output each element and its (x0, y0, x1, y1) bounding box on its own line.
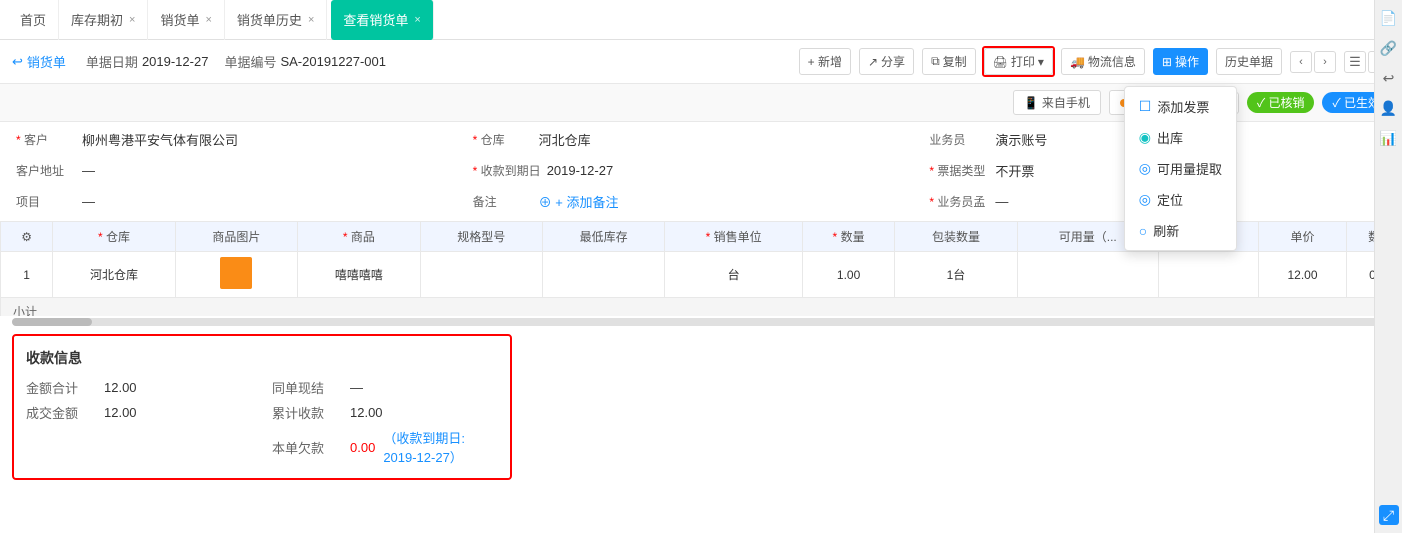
sidebar-expand[interactable]: ⤢ (1379, 505, 1399, 525)
col-qty: 数量 (802, 222, 894, 252)
tab-sales-close[interactable]: × (205, 14, 211, 26)
toolbar: + 新增 ↗ 分享 ⧉ 复制 🖨 打印 ▾ 🚚 物流信息 (799, 48, 1390, 75)
outbound-icon: ◉ (1139, 129, 1151, 146)
payment-settlement-row: 同单现结 — (272, 378, 498, 397)
col-min-stock: 最低库存 (542, 222, 664, 252)
print-dropdown-icon: ▾ (1038, 55, 1044, 69)
customer-field: 客户 柳州粤港平安气体有限公司 (16, 130, 473, 149)
tab-inventory-close[interactable]: × (129, 14, 135, 26)
payment-section: 收款信息 金额合计 12.00 同单现结 — 成交金额 12.00 累计收款 1… (12, 334, 512, 480)
add-note-icon: ⊕ (539, 195, 552, 210)
sidebar-chart-icon[interactable]: 📊 (1379, 128, 1399, 148)
operation-icon: ⊞ (1162, 55, 1172, 69)
doc-number: 单据编号 SA-20191227-001 (224, 52, 386, 71)
dropdown-menu: ☐ 添加发票 ◉ 出库 ◎ 可用量提取 ◎ 定位 ○ 刷新 (1124, 86, 1237, 251)
scrollbar-thumb[interactable] (12, 318, 92, 326)
project-field: 项目 — (16, 192, 473, 211)
new-button[interactable]: + 新增 (799, 48, 851, 75)
copy-icon: ⧉ (931, 54, 940, 69)
refresh-icon: ○ (1139, 223, 1147, 239)
doc-meta: 单据日期 2019-12-27 单据编号 SA-20191227-001 (86, 52, 386, 71)
payment-balance-row: 本单欠款 0.00 （收款到期日: 2019-12-27） (272, 428, 498, 466)
logistics-icon: 🚚 (1070, 55, 1085, 69)
logistics-button[interactable]: 🚚 物流信息 (1061, 48, 1145, 75)
payment-cumulative-row: 累计收款 12.00 (272, 403, 498, 422)
table-row: 1 河北仓库 嘻嘻嘻嘻 台 1.00 1台 12.00 0. (1, 252, 1402, 298)
nav-arrows: ‹ › (1290, 51, 1336, 73)
confirmed-badge: ✓ 已核销 (1247, 92, 1315, 113)
due-date-field: 收款到期日 2019-12-27 (473, 161, 930, 180)
tab-inventory[interactable]: 库存期初 × (59, 0, 148, 40)
print-button[interactable]: 🖨 打印 ▾ (984, 48, 1053, 75)
tab-bar: 首页 库存期初 × 销货单 × 销货单历史 × 查看销货单 × × (0, 0, 1402, 40)
col-settings[interactable]: ⚙ (1, 222, 53, 252)
operation-button[interactable]: ⊞ 操作 (1153, 48, 1208, 75)
sidebar-doc-icon[interactable]: 📄 (1379, 8, 1399, 28)
list-view-btn[interactable]: ☰ (1344, 51, 1366, 73)
tab-sales[interactable]: 销货单 × (148, 0, 224, 40)
tab-view-sales[interactable]: 查看销货单 × (331, 0, 433, 40)
horizontal-scrollbar[interactable] (12, 318, 1390, 326)
prev-arrow[interactable]: ‹ (1290, 51, 1312, 73)
right-sidebar: 📄 🔗 ↩ 👤 📊 ⤢ (1374, 0, 1402, 533)
locate-item[interactable]: ◎ 定位 (1125, 184, 1236, 215)
available-qty-item[interactable]: ◎ 可用量提取 (1125, 153, 1236, 184)
next-arrow[interactable]: › (1314, 51, 1336, 73)
doc-date-label: 单据日期 2019-12-27 (86, 52, 209, 71)
share-button[interactable]: ↗ 分享 (859, 48, 914, 75)
tab-view-sales-close[interactable]: × (414, 14, 420, 26)
payment-grid: 金额合计 12.00 同单现结 — 成交金额 12.00 累计收款 12.00 … (26, 378, 498, 466)
col-spec: 规格型号 (420, 222, 542, 252)
col-warehouse: 仓库 (53, 222, 175, 252)
doc-icon: ↩ (12, 54, 23, 70)
col-product: 商品 (298, 222, 420, 252)
sidebar-user-icon[interactable]: 👤 (1379, 98, 1399, 118)
tab-sales-history-close[interactable]: × (308, 14, 314, 26)
note-field: 备注 ⊕ + 添加备注 (473, 192, 930, 211)
share-icon: ↗ (868, 55, 878, 69)
copy-button[interactable]: ⧉ 复制 (922, 48, 976, 75)
payment-balance-spacer (26, 428, 252, 466)
doc-title: ↩ 销货单 (12, 52, 66, 71)
outbound-item[interactable]: ◉ 出库 (1125, 122, 1236, 153)
warehouse-field: 仓库 河北仓库 (473, 130, 930, 149)
sidebar-link-icon[interactable]: 🔗 (1379, 38, 1399, 58)
col-img: 商品图片 (175, 222, 297, 252)
add-invoice-icon: ☐ (1139, 98, 1152, 115)
available-qty-icon: ◎ (1139, 160, 1151, 177)
phone-icon: 📱 (1024, 96, 1039, 110)
address-field: 客户地址 — (16, 161, 473, 180)
from-phone-button[interactable]: 📱 来自手机 (1013, 90, 1101, 115)
col-pkg: 包装数量 (895, 222, 1017, 252)
subtotal-row: 小计 (1, 298, 1402, 317)
col-unit: 销售单位 (665, 222, 803, 252)
doc-header: ↩ 销货单 单据日期 2019-12-27 单据编号 SA-20191227-0… (0, 40, 1402, 84)
refresh-item[interactable]: ○ 刷新 (1125, 215, 1236, 246)
payment-transaction-row: 成交金额 12.00 (26, 403, 252, 422)
tab-home[interactable]: 首页 (8, 0, 59, 40)
product-image (220, 257, 252, 289)
locate-icon: ◎ (1139, 191, 1151, 208)
expand-icon[interactable]: ⤢ (1379, 505, 1399, 525)
add-invoice-item[interactable]: ☐ 添加发票 (1125, 91, 1236, 122)
payment-total-row: 金额合计 12.00 (26, 378, 252, 397)
print-wrapper: 🖨 打印 ▾ (984, 48, 1053, 75)
col-price: 单价 (1258, 222, 1347, 252)
history-button[interactable]: 历史单据 (1216, 48, 1282, 75)
sidebar-return-icon[interactable]: ↩ (1379, 68, 1399, 88)
payment-title: 收款信息 (26, 348, 498, 368)
print-icon: 🖨 (993, 55, 1008, 69)
tab-sales-history[interactable]: 销货单历史 × (225, 0, 327, 40)
